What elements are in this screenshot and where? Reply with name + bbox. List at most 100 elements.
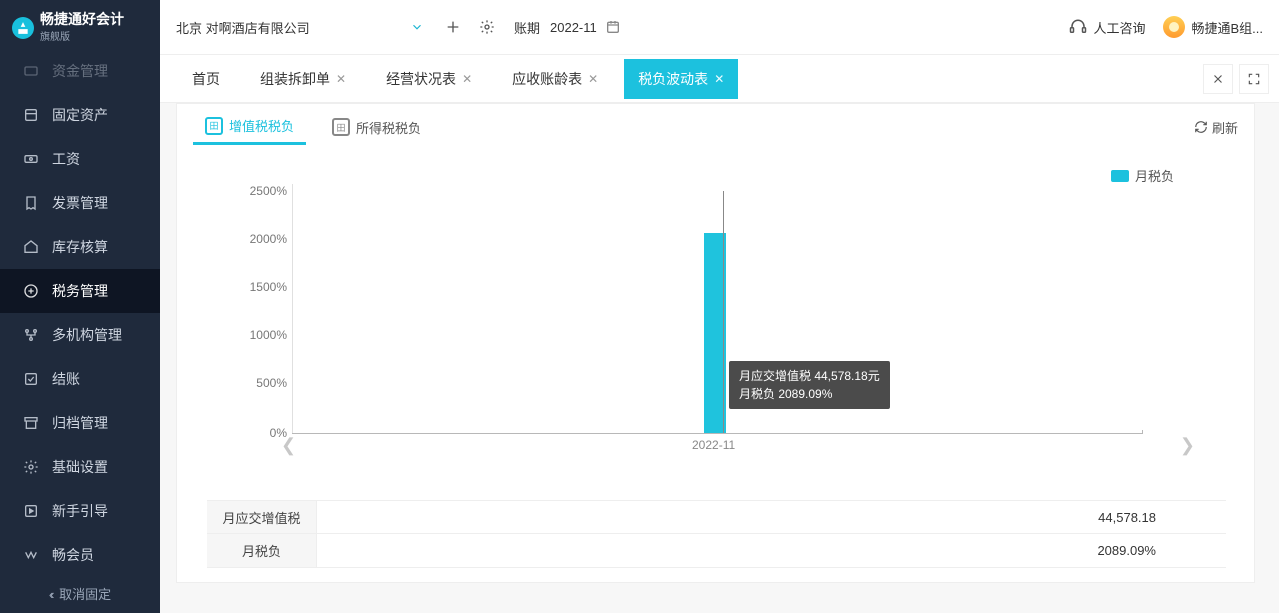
sidebar-item-guide[interactable]: 新手引导: [0, 489, 160, 533]
tab-receivable-aging[interactable]: 应收账龄表 ✕: [498, 59, 612, 99]
tooltip-line1: 月应交增值税 44,578.18元: [739, 367, 880, 385]
fullscreen-button[interactable]: [1239, 64, 1269, 94]
sidebar-collapse-button[interactable]: 取消固定: [0, 584, 160, 603]
brand-edition: 旗舰版: [40, 28, 124, 43]
ytick-2: 1000%: [227, 328, 287, 342]
vip-icon: [22, 546, 40, 564]
x-axis-line: [292, 433, 1142, 434]
period-label: 账期: [514, 18, 540, 37]
row-label: 月应交增值税: [207, 501, 317, 533]
nav-list: 资金管理 固定资产 工资 发票管理 库存核算 税务管理 多机构管理 结账: [0, 49, 160, 577]
ytick-1: 500%: [227, 376, 287, 390]
chart-marker-line: [723, 191, 724, 433]
tab-operating-report[interactable]: 经营状况表 ✕: [372, 59, 486, 99]
close-icon[interactable]: ✕: [714, 72, 724, 86]
close-all-button[interactable]: [1203, 64, 1233, 94]
row-value: 44,578.18: [317, 510, 1226, 525]
topbar: 北京 对啊酒店有限公司 账期 2022-11 人工咨询 畅捷通B组...: [160, 0, 1279, 55]
sidebar-item-closing[interactable]: 结账: [0, 357, 160, 401]
wallet-icon: [22, 62, 40, 80]
row-label: 月税负: [207, 534, 317, 567]
brand: 畅捷通好会计 旗舰版: [0, 0, 160, 55]
subtab-income-tax[interactable]: 田 所得税税负: [320, 109, 433, 145]
tooltip-line2: 月税负 2089.09%: [739, 385, 880, 403]
subtab-label: 增值税税负: [229, 116, 294, 135]
subtab-vat[interactable]: 田 增值税税负: [193, 109, 306, 145]
headset-icon: [1069, 18, 1087, 36]
settings-button[interactable]: [478, 18, 496, 36]
tab-label: 首页: [192, 69, 220, 89]
invoice-icon: [22, 194, 40, 212]
legend-label: 月税负: [1135, 166, 1174, 185]
tax-icon: [22, 282, 40, 300]
company-selector[interactable]: 北京 对啊酒店有限公司: [176, 18, 436, 37]
table-row: 月应交增值税 44,578.18: [207, 500, 1226, 534]
y-axis-line: [292, 184, 293, 434]
legend-swatch: [1111, 170, 1129, 182]
refresh-button[interactable]: 刷新: [1194, 118, 1238, 137]
sidebar-item-label: 资金管理: [52, 61, 108, 81]
table-row: 月税负 2089.09%: [207, 534, 1226, 568]
chart-legend: 月税负: [1111, 166, 1174, 185]
money-icon: [22, 150, 40, 168]
sidebar-item-fixed-assets[interactable]: 固定资产: [0, 93, 160, 137]
close-icon[interactable]: ✕: [588, 72, 598, 86]
tab-tax-fluctuation[interactable]: 税负波动表 ✕: [624, 59, 738, 99]
calendar-icon[interactable]: [605, 19, 621, 35]
refresh-label: 刷新: [1212, 118, 1238, 137]
xtick-0: 2022-11: [692, 438, 735, 452]
sidebar-item-invoice[interactable]: 发票管理: [0, 181, 160, 225]
sidebar-item-label: 结账: [52, 369, 80, 389]
sidebar-item-member[interactable]: 畅会员: [0, 533, 160, 577]
tabstrip: 首页 组装拆卸单 ✕ 经营状况表 ✕ 应收账龄表 ✕ 税负波动表 ✕: [160, 55, 1279, 103]
subtab-row: 田 增值税税负 田 所得税税负 刷新: [177, 104, 1254, 150]
tab-label: 组装拆卸单: [260, 69, 330, 89]
add-button[interactable]: [444, 18, 462, 36]
sidebar-item-multi-org[interactable]: 多机构管理: [0, 313, 160, 357]
gear-icon: [22, 458, 40, 476]
close-icon[interactable]: ✕: [462, 72, 472, 86]
ytick-3: 1500%: [227, 280, 287, 294]
sidebar-item-label: 发票管理: [52, 193, 108, 213]
panel: 田 增值税税负 田 所得税税负 刷新 月税负 0% 500% 1000% 150…: [176, 103, 1255, 583]
sidebar-footer-label: 取消固定: [59, 587, 111, 602]
row-value: 2089.09%: [317, 543, 1226, 558]
sidebar-item-funds[interactable]: 资金管理: [0, 49, 160, 93]
user-name: 畅捷通B组...: [1191, 18, 1263, 37]
chart: 0% 500% 1000% 1500% 2000% 2500% 2022-11 …: [237, 184, 1167, 454]
sidebar-item-salary[interactable]: 工资: [0, 137, 160, 181]
check-icon: [22, 370, 40, 388]
sidebar-item-settings[interactable]: 基础设置: [0, 445, 160, 489]
sidebar-item-tax[interactable]: 税务管理: [0, 269, 160, 313]
sidebar-item-label: 税务管理: [52, 281, 108, 301]
x-axis-endtick: [1142, 430, 1143, 434]
tab-assembly[interactable]: 组装拆卸单 ✕: [246, 59, 360, 99]
sidebar-item-label: 工资: [52, 149, 80, 169]
chart-next-button[interactable]: ❯: [1180, 435, 1195, 456]
close-icon[interactable]: ✕: [336, 72, 346, 86]
chevron-down-icon: [410, 20, 424, 34]
brand-name: 畅捷通好会计: [40, 12, 124, 26]
ytick-5: 2500%: [227, 184, 287, 198]
org-icon: [22, 326, 40, 344]
sidebar-item-label: 多机构管理: [52, 325, 122, 345]
chart-tooltip: 月应交增值税 44,578.18元 月税负 2089.09%: [729, 361, 890, 409]
tab-label: 应收账龄表: [512, 69, 582, 89]
sidebar-item-inventory[interactable]: 库存核算: [0, 225, 160, 269]
sidebar-item-label: 基础设置: [52, 457, 108, 477]
user-menu[interactable]: 畅捷通B组...: [1163, 16, 1263, 38]
brand-logo-icon: [12, 17, 34, 39]
sidebar-item-label: 库存核算: [52, 237, 108, 257]
sidebar-item-label: 新手引导: [52, 501, 108, 521]
tab-tools: [1197, 64, 1279, 94]
support-button[interactable]: 人工咨询: [1069, 18, 1145, 37]
tab-home[interactable]: 首页: [178, 59, 234, 99]
period-value[interactable]: 2022-11: [550, 20, 597, 35]
box-icon: [22, 106, 40, 124]
sidebar-item-archive[interactable]: 归档管理: [0, 401, 160, 445]
house-icon: [22, 238, 40, 256]
sidebar-item-label: 固定资产: [52, 105, 108, 125]
tab-label: 税负波动表: [638, 69, 708, 89]
sidebar-item-label: 畅会员: [52, 545, 94, 565]
chart-prev-button[interactable]: ❮: [281, 435, 296, 456]
